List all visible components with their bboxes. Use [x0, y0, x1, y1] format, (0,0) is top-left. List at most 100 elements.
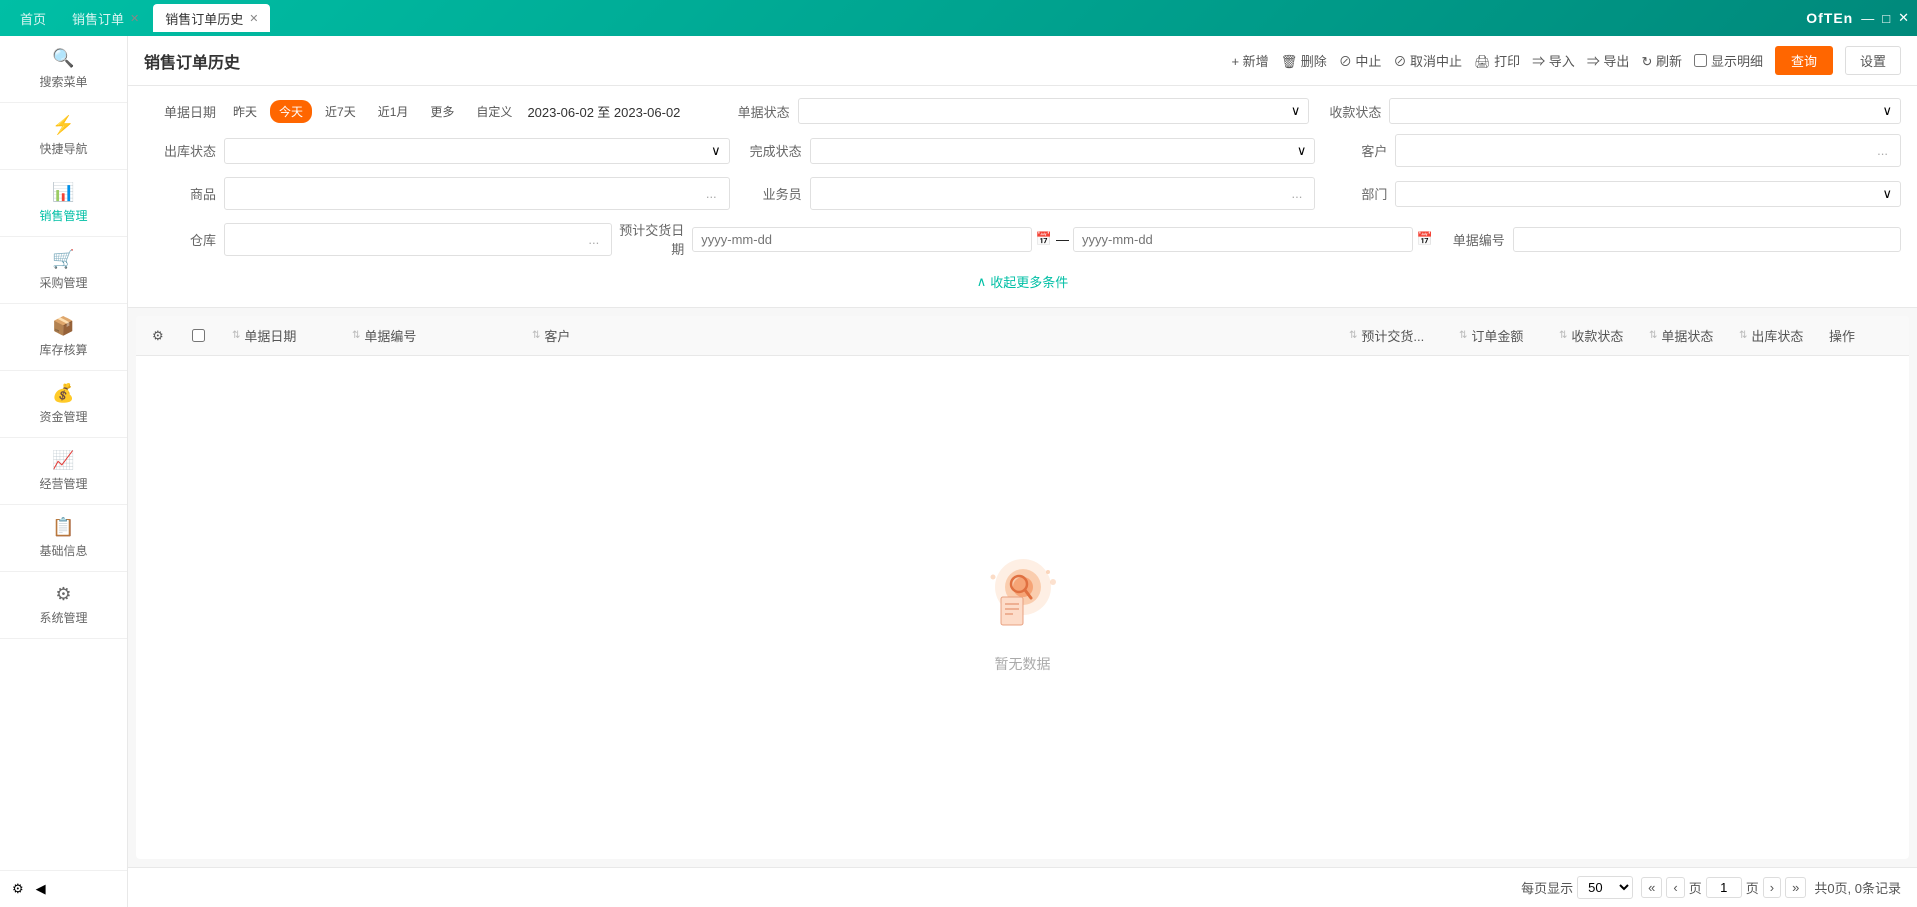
date-start: 2023-06-02 — [527, 105, 594, 120]
tab-sales-order-history-close[interactable]: ✕ — [249, 12, 258, 25]
operations-icon: 📈 — [52, 450, 74, 471]
query-button[interactable]: 查询 — [1775, 46, 1833, 75]
col-date: ⇅ 单据日期 — [224, 326, 344, 345]
sort-bill-icon[interactable]: ⇅ — [1649, 330, 1657, 341]
print-button[interactable]: 🖨 打印 — [1474, 51, 1520, 70]
sidebar-item-operations[interactable]: 📈 经营管理 — [0, 438, 127, 505]
setting-button[interactable]: 设置 — [1845, 46, 1901, 75]
next-page-button[interactable]: › — [1763, 877, 1781, 898]
import-button[interactable]: ⇒ 导入 — [1532, 51, 1575, 70]
last-page-button[interactable]: » — [1785, 877, 1806, 898]
salesperson-dots[interactable]: ... — [1288, 182, 1307, 205]
column-setting-icon[interactable]: ⚙ — [152, 328, 164, 344]
date-btn-yesterday[interactable]: 昨天 — [224, 100, 266, 123]
page-title: 销售订单历史 — [144, 49, 1223, 73]
sidebar-item-operations-label: 经营管理 — [39, 475, 87, 492]
finance-icon: 💰 — [52, 383, 74, 404]
sidebar-item-sales[interactable]: 📊 销售管理 — [0, 170, 127, 237]
window-minimize-icon[interactable]: — — [1861, 11, 1874, 26]
cancel-stop-button[interactable]: ⊘ 取消中止 — [1393, 51, 1462, 70]
warehouse-select[interactable]: ... — [224, 223, 612, 256]
date-btn-7days[interactable]: 近7天 — [316, 100, 365, 123]
display-detail-checkbox[interactable]: 显示明细 — [1694, 51, 1763, 70]
select-all-checkbox[interactable] — [192, 329, 205, 342]
date-btn-more[interactable]: 更多 — [421, 100, 463, 123]
goods-select[interactable]: ... — [224, 177, 730, 210]
sidebar-item-system[interactable]: ⚙ 系统管理 — [0, 572, 127, 639]
prev-page-button[interactable]: ‹ — [1666, 877, 1684, 898]
complete-status-arrow: ∨ — [1297, 143, 1307, 159]
sort-pay-icon[interactable]: ⇅ — [1559, 330, 1567, 341]
collapse-button[interactable]: ∧ 收起更多条件 — [973, 268, 1073, 295]
date-btn-custom[interactable]: 自定义 — [467, 100, 521, 123]
date-quick-buttons: 昨天 今天 近7天 近1月 更多 自定义 — [224, 100, 521, 123]
warehouse-dots[interactable]: ... — [584, 228, 603, 251]
collapse-icon: ∧ — [977, 274, 987, 290]
current-page-input[interactable] — [1706, 877, 1742, 898]
export-button[interactable]: ⇒ 导出 — [1587, 51, 1630, 70]
pay-status-label: 收款状态 — [1309, 102, 1389, 121]
sort-out-icon[interactable]: ⇅ — [1739, 330, 1747, 341]
delivery-date-label: 预计交货日期 — [612, 220, 692, 258]
bill-status-select[interactable]: ∨ — [798, 98, 1310, 124]
customer-dots[interactable]: ... — [1873, 139, 1892, 162]
tab-sales-order[interactable]: 销售订单 ✕ — [60, 4, 151, 32]
sidebar-item-inventory-label: 库存核算 — [39, 341, 87, 358]
sidebar-item-system-label: 系统管理 — [39, 609, 87, 626]
tab-sales-order-close[interactable]: ✕ — [130, 12, 139, 25]
window-maximize-icon[interactable]: □ — [1882, 11, 1890, 26]
per-page-select[interactable]: 50 20 100 — [1577, 876, 1633, 899]
col-action: 操作 — [1821, 326, 1901, 345]
sidebar-item-inventory[interactable]: 📦 库存核算 — [0, 304, 127, 371]
bill-no-label: 单据编号 — [1433, 230, 1513, 249]
filter-row-1: 单据日期 昨天 今天 近7天 近1月 更多 自定义 2023-06-02 至 2… — [144, 98, 1901, 124]
col-checkbox[interactable] — [184, 329, 224, 342]
complete-status-select[interactable]: ∨ — [810, 138, 1316, 164]
sidebar-item-quick-nav[interactable]: ⚡ 快捷导航 — [0, 103, 127, 170]
tab-home[interactable]: 首页 — [8, 4, 58, 32]
new-button[interactable]: + 新增 — [1231, 51, 1268, 70]
dept-select[interactable]: ∨ — [1395, 181, 1901, 207]
col-setting[interactable]: ⚙ — [144, 328, 184, 344]
sort-date-icon[interactable]: ⇅ — [232, 330, 240, 341]
stop-button[interactable]: ⊘ 中止 — [1339, 51, 1382, 70]
tab-sales-order-history[interactable]: 销售订单历史 ✕ — [153, 4, 270, 32]
sidebar-item-basic-info[interactable]: 📋 基础信息 — [0, 505, 127, 572]
sort-delivery-icon[interactable]: ⇅ — [1349, 330, 1357, 341]
calendar-start-icon[interactable]: 📅 — [1036, 231, 1052, 247]
filter-row-2: 出库状态 ∨ 完成状态 ∨ 客户 ... — [144, 134, 1901, 167]
calendar-end-icon[interactable]: 📅 — [1417, 231, 1433, 247]
sidebar-settings-icon[interactable]: ⚙ — [12, 881, 24, 897]
sidebar-item-basic-info-label: 基础信息 — [39, 542, 87, 559]
empty-text: 暂无数据 — [995, 654, 1051, 674]
date-btn-1month[interactable]: 近1月 — [369, 100, 418, 123]
sidebar-item-finance[interactable]: 💰 资金管理 — [0, 371, 127, 438]
sidebar-collapse-icon[interactable]: ◀ — [36, 881, 46, 897]
delivery-date-start[interactable] — [692, 227, 1032, 252]
sort-customer-icon[interactable]: ⇅ — [532, 330, 540, 341]
delete-button[interactable]: 🗑 删除 — [1281, 51, 1327, 70]
salesperson-select[interactable]: ... — [810, 177, 1316, 210]
window-close-icon[interactable]: ✕ — [1898, 10, 1909, 26]
goods-dots[interactable]: ... — [702, 182, 721, 205]
pay-status-select[interactable]: ∨ — [1389, 98, 1901, 124]
table-body: 暂无数据 — [136, 356, 1909, 859]
display-detail-label: 显示明细 — [1711, 51, 1763, 70]
date-btn-today[interactable]: 今天 — [270, 100, 312, 123]
first-page-button[interactable]: « — [1641, 877, 1662, 898]
page-label2: 页 — [1746, 878, 1759, 897]
sort-amount-icon[interactable]: ⇅ — [1459, 330, 1467, 341]
delivery-date-end[interactable] — [1073, 227, 1413, 252]
refresh-button[interactable]: ↻ 刷新 — [1641, 51, 1682, 70]
bill-no-input[interactable] — [1513, 227, 1901, 252]
col-pay-status: ⇅ 收款状态 — [1551, 326, 1641, 345]
sort-num-icon[interactable]: ⇅ — [352, 330, 360, 341]
sidebar: 🔍 搜索菜单 ⚡ 快捷导航 📊 销售管理 🛒 采购管理 📦 库存核算 💰 资金管… — [0, 36, 128, 907]
display-detail-input[interactable] — [1694, 54, 1707, 67]
per-page-selector: 每页显示 50 20 100 — [1521, 876, 1633, 899]
out-status-select[interactable]: ∨ — [224, 138, 730, 164]
sidebar-item-search[interactable]: 🔍 搜索菜单 — [0, 36, 127, 103]
sidebar-item-purchase[interactable]: 🛒 采购管理 — [0, 237, 127, 304]
customer-select[interactable]: ... — [1395, 134, 1901, 167]
sidebar-item-finance-label: 资金管理 — [39, 408, 87, 425]
